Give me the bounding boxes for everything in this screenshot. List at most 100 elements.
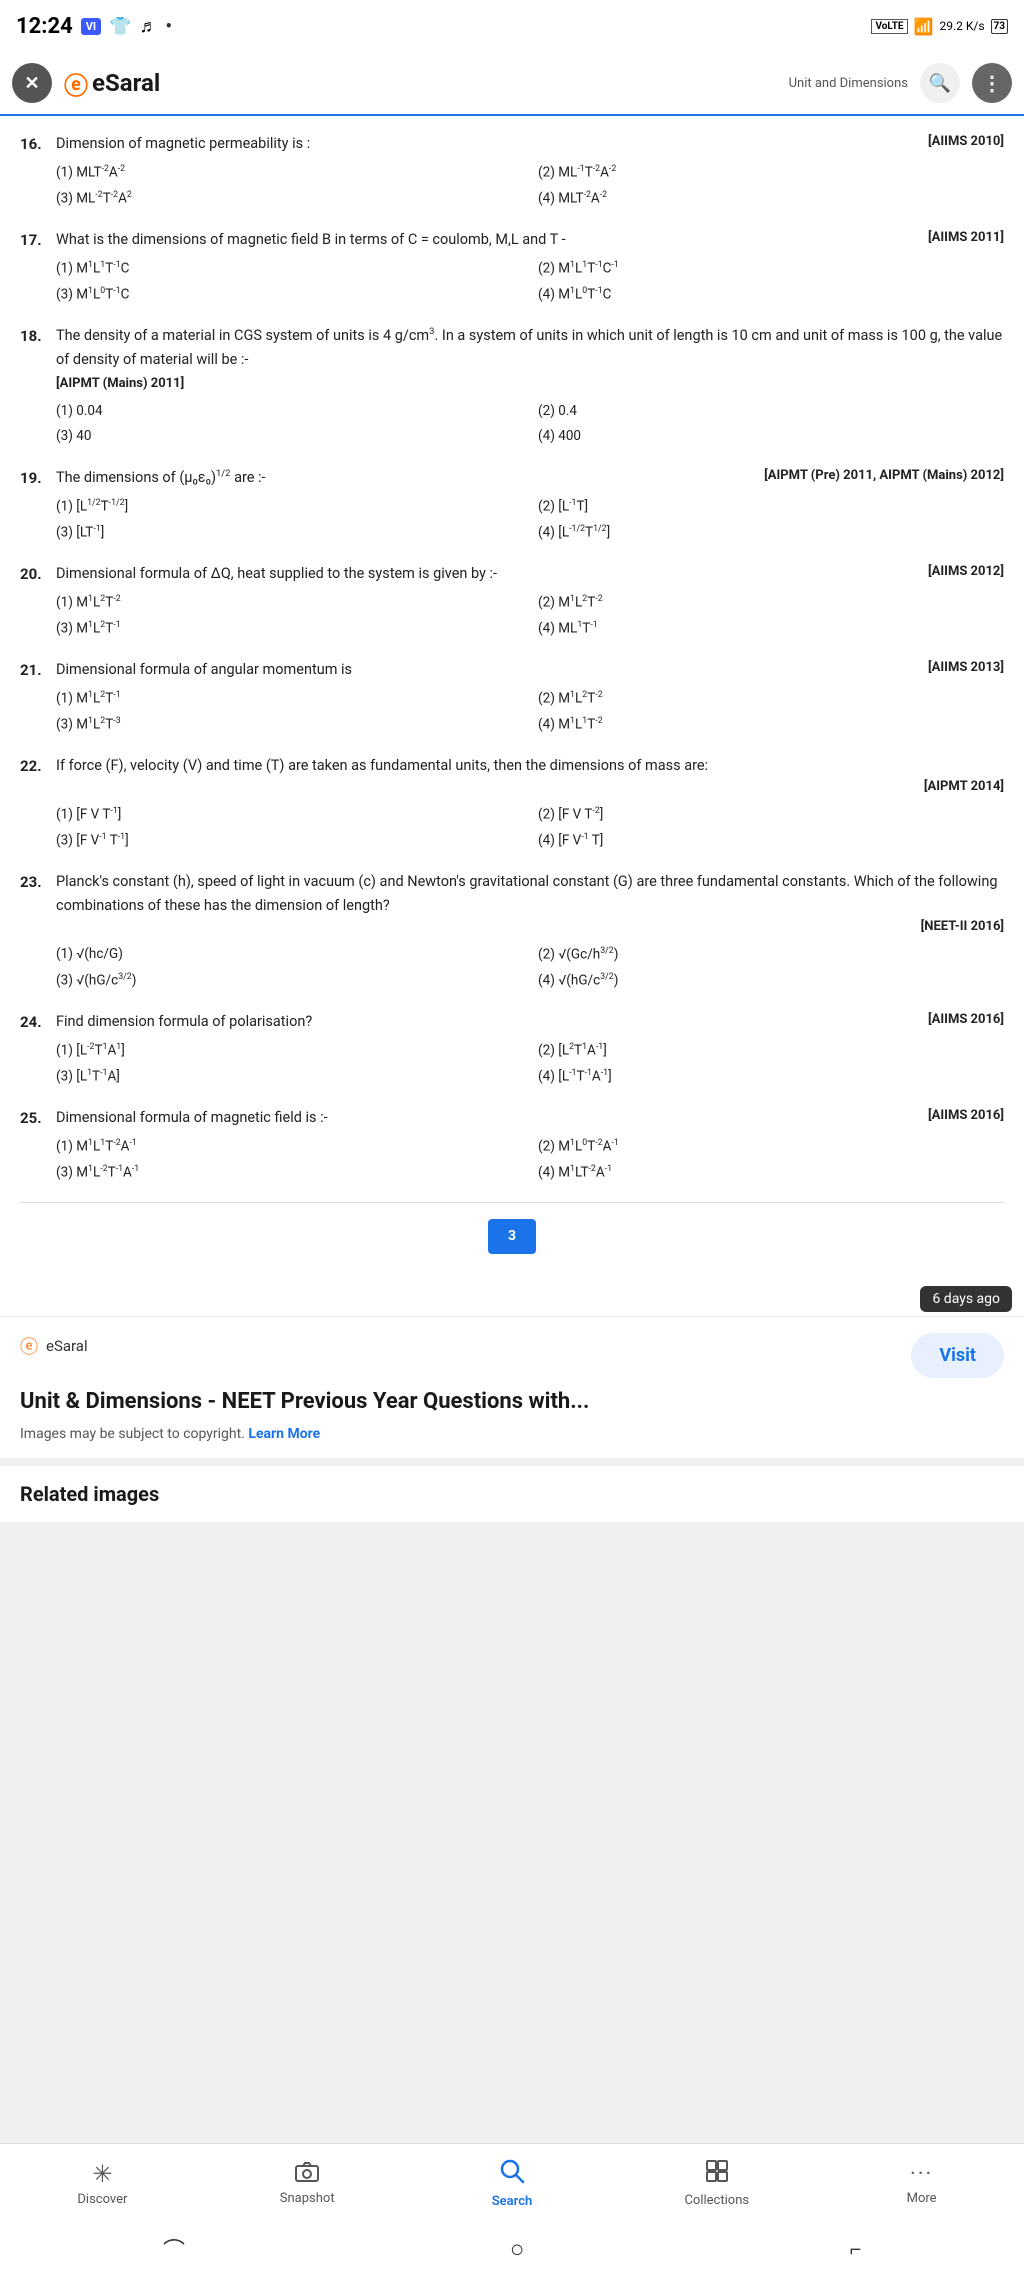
q16-number: 16. <box>20 132 48 156</box>
q17-number: 17. <box>20 228 48 252</box>
recent-apps-button[interactable]: ⌐ <box>850 2237 862 2262</box>
esaral-brand-icon: ⓔ <box>64 66 88 101</box>
q25-opt4: (4) M1LT-2A-1 <box>538 1162 1004 1184</box>
volte-badge: VoLTE <box>871 19 907 34</box>
q22-opt1: (1) [F V T-1] <box>56 804 522 826</box>
url-bar[interactable]: Unit and Dimensions <box>172 76 908 91</box>
q21-options: (1) M1L2T-1 (2) M1L2T-2 (3) M1L2T-3 (4) … <box>20 688 1004 736</box>
question-17: 17. What is the dimensions of magnetic f… <box>20 228 1004 306</box>
q25-text: Dimensional formula of magnetic field is… <box>56 1106 920 1130</box>
timestamp-bar: 6 days ago <box>0 1282 1024 1316</box>
visit-button[interactable]: Visit <box>911 1333 1004 1378</box>
q16-opt2: (2) ML-1T-2A-2 <box>538 162 1004 184</box>
close-button[interactable]: ✕ <box>12 63 52 103</box>
status-left: 12:24 VI 👕 ♬ • <box>16 14 172 39</box>
esaral-logo: ⓔ eSaral <box>64 66 160 101</box>
q19-options: (1) [L1/2T-1/2] (2) [L-1T] (3) [LT-1] (4… <box>20 496 1004 544</box>
search-label: Search <box>492 2194 533 2209</box>
question-25-row: 25. Dimensional formula of magnetic fiel… <box>20 1106 1004 1130</box>
question-17-row: 17. What is the dimensions of magnetic f… <box>20 228 1004 252</box>
q21-text: Dimensional formula of angular momentum … <box>56 658 920 682</box>
q25-source: [AIIMS 2016] <box>928 1106 1004 1130</box>
nav-snapshot[interactable]: Snapshot <box>205 2154 410 2214</box>
q19-number: 19. <box>20 466 48 490</box>
question-23: 23. Planck's constant (h), speed of ligh… <box>20 870 1004 991</box>
q23-text: Planck's constant (h), speed of light in… <box>56 870 1004 937</box>
q19-opt2: (2) [L-1T] <box>538 496 1004 518</box>
info-card-title: Unit & Dimensions - NEET Previous Year Q… <box>20 1388 1004 1417</box>
snapshot-icon <box>295 2162 319 2187</box>
question-21-row: 21. Dimensional formula of angular momen… <box>20 658 1004 682</box>
q21-opt1: (1) M1L2T-1 <box>56 688 522 710</box>
q19-text: The dimensions of (μ₀ε₀)1/2 are :- <box>56 466 756 490</box>
page-indicator: 3 <box>20 1219 1004 1253</box>
q17-opt2: (2) M1L1T-1C-1 <box>538 258 1004 280</box>
q23-options: (1) √(hc/G) (2) √(Gc/h3/2) (3) √(hG/c3/2… <box>20 944 1004 992</box>
q21-opt2: (2) M1L2T-2 <box>538 688 1004 710</box>
q21-opt3: (3) M1L2T-3 <box>56 714 522 736</box>
question-18: 18. The density of a material in CGS sys… <box>20 324 1004 447</box>
info-card-header: ⓔ eSaral Visit <box>20 1333 1004 1378</box>
q17-opt1: (1) M1L1T-1C <box>56 258 522 280</box>
nav-more[interactable]: ··· More <box>819 2154 1024 2214</box>
q24-text: Find dimension formula of polarisation? <box>56 1010 920 1034</box>
nav-discover[interactable]: ✳ Discover <box>0 2152 205 2215</box>
q18-options: (1) 0.04 (2) 0.4 (3) 40 (4) 400 <box>20 401 1004 448</box>
question-16-row: 16. Dimension of magnetic permeability i… <box>20 132 1004 156</box>
timestamp-badge: 6 days ago <box>920 1286 1012 1312</box>
close-icon: ✕ <box>24 73 39 94</box>
q16-opt4: (4) MLT-2A-2 <box>538 188 1004 210</box>
collections-label: Collections <box>684 2193 749 2208</box>
question-20: 20. Dimensional formula of ΔQ, heat supp… <box>20 562 1004 640</box>
more-label: More <box>907 2191 937 2206</box>
music-icon: ♬ <box>140 16 158 37</box>
q20-opt4: (4) ML1T-1 <box>538 618 1004 640</box>
q20-source: [AIIMS 2012] <box>928 562 1004 586</box>
q21-source: [AIIMS 2013] <box>928 658 1004 682</box>
q17-opt4: (4) M1L0T-1C <box>538 284 1004 306</box>
discover-icon: ✳ <box>92 2160 112 2188</box>
q20-opt1: (1) M1L2T-2 <box>56 592 522 614</box>
browser-bar: ✕ ⓔ eSaral Unit and Dimensions 🔍 ⋮ <box>0 52 1024 116</box>
q22-options: (1) [F V T-1] (2) [F V T-2] (3) [F V-1 T… <box>20 804 1004 852</box>
copyright-text: Images may be subject to copyright. Lear… <box>20 1426 1004 1442</box>
nav-collections[interactable]: Collections <box>614 2151 819 2216</box>
q22-opt4: (4) [F V-1 T] <box>538 830 1004 852</box>
system-nav: ⌒ ○ ⌐ <box>0 2223 1024 2275</box>
q18-opt3: (3) 40 <box>56 426 522 448</box>
q23-opt1: (1) √(hc/G) <box>56 944 522 966</box>
question-24: 24. Find dimension formula of polarisati… <box>20 1010 1004 1088</box>
q23-opt3: (3) √(hG/c3/2) <box>56 970 522 992</box>
q25-number: 25. <box>20 1106 48 1130</box>
q19-source: [AIPMT (Pre) 2011, AIPMT (Mains) 2012] <box>764 466 1004 490</box>
speed-text: 29.2 K/s <box>939 19 984 33</box>
more-menu-button[interactable]: ⋮ <box>972 63 1012 103</box>
q23-number: 23. <box>20 870 48 937</box>
more-icon: ··· <box>910 2162 933 2187</box>
q22-number: 22. <box>20 754 48 798</box>
nav-search[interactable]: Search <box>410 2150 615 2217</box>
back-button[interactable]: ⌒ <box>163 2233 185 2265</box>
discover-label: Discover <box>77 2192 127 2207</box>
q18-number: 18. <box>20 324 48 394</box>
q22-text: If force (F), velocity (V) and time (T) … <box>56 754 1004 798</box>
q16-opt3: (3) ML-2T-2A2 <box>56 188 522 210</box>
page-number[interactable]: 3 <box>488 1219 536 1253</box>
q16-options: (1) MLT-2A-2 (2) ML-1T-2A-2 (3) ML-2T-2A… <box>20 162 1004 210</box>
question-19: 19. The dimensions of (μ₀ε₀)1/2 are :- [… <box>20 466 1004 544</box>
lens-button[interactable]: 🔍 <box>920 63 960 103</box>
home-button[interactable]: ○ <box>510 2235 525 2264</box>
question-21: 21. Dimensional formula of angular momen… <box>20 658 1004 736</box>
signal-icon: 📶 <box>914 17 934 36</box>
q20-text: Dimensional formula of ΔQ, heat supplied… <box>56 562 920 586</box>
q25-opt1: (1) M1L1T-2A-1 <box>56 1136 522 1158</box>
q16-opt1: (1) MLT-2A-2 <box>56 162 522 184</box>
q20-opt3: (3) M1L2T-1 <box>56 618 522 640</box>
page-content: 16. Dimension of magnetic permeability i… <box>0 116 1024 1282</box>
q23-opt4: (4) √(hG/c3/2) <box>538 970 1004 992</box>
question-25: 25. Dimensional formula of magnetic fiel… <box>20 1106 1004 1184</box>
search-icon <box>499 2158 525 2190</box>
q17-source: [AIIMS 2011] <box>928 228 1004 252</box>
learn-more-link[interactable]: Learn More <box>248 1426 320 1442</box>
q17-text: What is the dimensions of magnetic field… <box>56 228 920 252</box>
